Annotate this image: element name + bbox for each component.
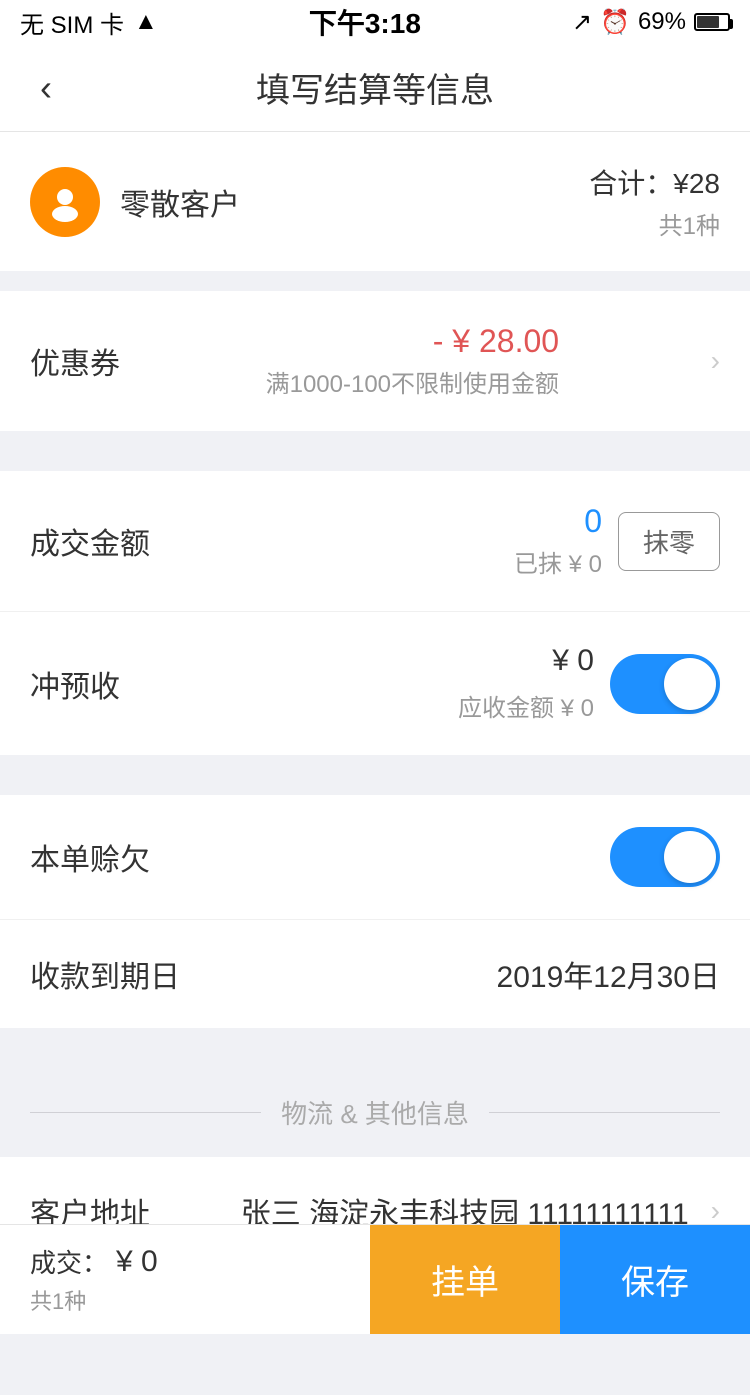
customer-section: 零散客户 合计：¥28 共1种 — [0, 132, 750, 271]
sep-line-right — [489, 1112, 720, 1113]
customer-totals: 合计：¥28 共1种 — [589, 162, 720, 241]
customer-name: 零散客户 — [120, 180, 240, 224]
credit-toggle-thumb — [664, 831, 716, 883]
due-date-label: 收款到期日 — [30, 952, 180, 996]
customer-info: 零散客户 — [30, 167, 240, 237]
bottom-deal-label: 成交： — [30, 1243, 108, 1280]
deal-section: 成交金额 0 已抹 ¥ 0 抹零 冲预收 ¥ 0 应收金额 ¥ 0 — [0, 471, 750, 755]
coupon-label: 优惠券 — [30, 339, 120, 383]
status-right: ↗ ⏰ 69% — [572, 8, 730, 37]
back-button[interactable]: ‹ — [30, 57, 62, 119]
alarm-icon: ⏰ — [600, 8, 630, 37]
prepay-label: 冲预收 — [30, 662, 120, 706]
sep-line-left — [30, 1112, 261, 1113]
prepay-toggle[interactable] — [610, 654, 720, 714]
prepay-row: 冲预收 ¥ 0 应收金额 ¥ 0 — [0, 612, 750, 755]
prepay-toggle-thumb — [664, 658, 716, 710]
divider-3 — [0, 1048, 750, 1068]
coupon-row[interactable]: 优惠券 - ¥ 28.00 满1000-100不限制使用金额 › — [0, 291, 750, 431]
nav-bar: ‹ 填写结算等信息 — [0, 44, 750, 132]
due-date-value: 2019年12月30日 — [497, 952, 720, 996]
prepay-right: ¥ 0 应收金额 ¥ 0 — [458, 644, 720, 723]
bottom-info: 成交： ¥ 0 共1种 — [0, 1225, 370, 1334]
main-content: 零散客户 合计：¥28 共1种 优惠券 - ¥ 28.00 满1000-100不… — [0, 132, 750, 1395]
status-time: 下午3:18 — [309, 2, 421, 42]
wifi-icon: ▲ — [134, 8, 158, 36]
page-title: 填写结算等信息 — [256, 63, 494, 112]
credit-section: 本单赊欠 收款到期日 2019年12月30日 — [0, 795, 750, 1028]
divider-2 — [0, 775, 750, 795]
credit-row: 本单赊欠 — [0, 795, 750, 920]
carrier-text: 无 SIM 卡 — [20, 5, 124, 40]
deal-right: 0 已抹 ¥ 0 抹零 — [514, 503, 720, 579]
deal-amount-row: 成交金额 0 已抹 ¥ 0 抹零 — [0, 471, 750, 612]
bottom-deal: 成交： ¥ 0 — [30, 1243, 340, 1280]
deal-value-col: 0 已抹 ¥ 0 — [514, 503, 602, 579]
coupon-section: 优惠券 - ¥ 28.00 满1000-100不限制使用金额 › — [0, 291, 750, 431]
customer-total-amount: 合计：¥28 — [589, 162, 720, 202]
prepay-toggle-track[interactable] — [610, 654, 720, 714]
battery-icon — [694, 13, 730, 31]
status-left: 无 SIM 卡 ▲ — [20, 5, 158, 40]
avatar — [30, 167, 100, 237]
hold-label: 挂单 — [431, 1255, 499, 1304]
prepay-value: ¥ 0 — [552, 644, 594, 678]
hold-button[interactable]: 挂单 — [370, 1225, 560, 1334]
coupon-desc: 满1000-100不限制使用金额 — [266, 364, 559, 399]
divider-1 — [0, 451, 750, 471]
save-label: 保存 — [621, 1255, 689, 1304]
status-bar: 无 SIM 卡 ▲ 下午3:18 ↗ ⏰ 69% — [0, 0, 750, 44]
coupon-amount: - ¥ 28.00 — [266, 323, 559, 360]
credit-toggle-track[interactable] — [610, 827, 720, 887]
prepay-sub: 应收金额 ¥ 0 — [458, 688, 594, 723]
battery-text: 69% — [638, 8, 686, 36]
prepay-value-col: ¥ 0 应收金额 ¥ 0 — [458, 644, 594, 723]
bottom-count: 共1种 — [30, 1284, 340, 1316]
location-icon: ↗ — [572, 8, 592, 37]
save-button[interactable]: 保存 — [560, 1225, 750, 1334]
chevron-right-icon: › — [711, 345, 720, 377]
deal-sub: 已抹 ¥ 0 — [514, 544, 602, 579]
bottom-deal-amount: ¥ 0 — [116, 1245, 158, 1279]
address-chevron-icon: › — [711, 1195, 720, 1227]
credit-toggle[interactable] — [610, 827, 720, 887]
logistics-label: 物流 & 其他信息 — [261, 1094, 489, 1131]
coupon-right: - ¥ 28.00 满1000-100不限制使用金额 — [266, 323, 559, 399]
customer-count: 共1种 — [589, 206, 720, 241]
bottom-bar: 成交： ¥ 0 共1种 挂单 保存 — [0, 1224, 750, 1334]
logistics-separator: 物流 & 其他信息 — [0, 1068, 750, 1157]
deal-label: 成交金额 — [30, 519, 150, 563]
round-zero-button[interactable]: 抹零 — [618, 512, 720, 571]
credit-label: 本单赊欠 — [30, 835, 150, 879]
deal-value: 0 — [514, 503, 602, 540]
due-date-row: 收款到期日 2019年12月30日 — [0, 920, 750, 1028]
